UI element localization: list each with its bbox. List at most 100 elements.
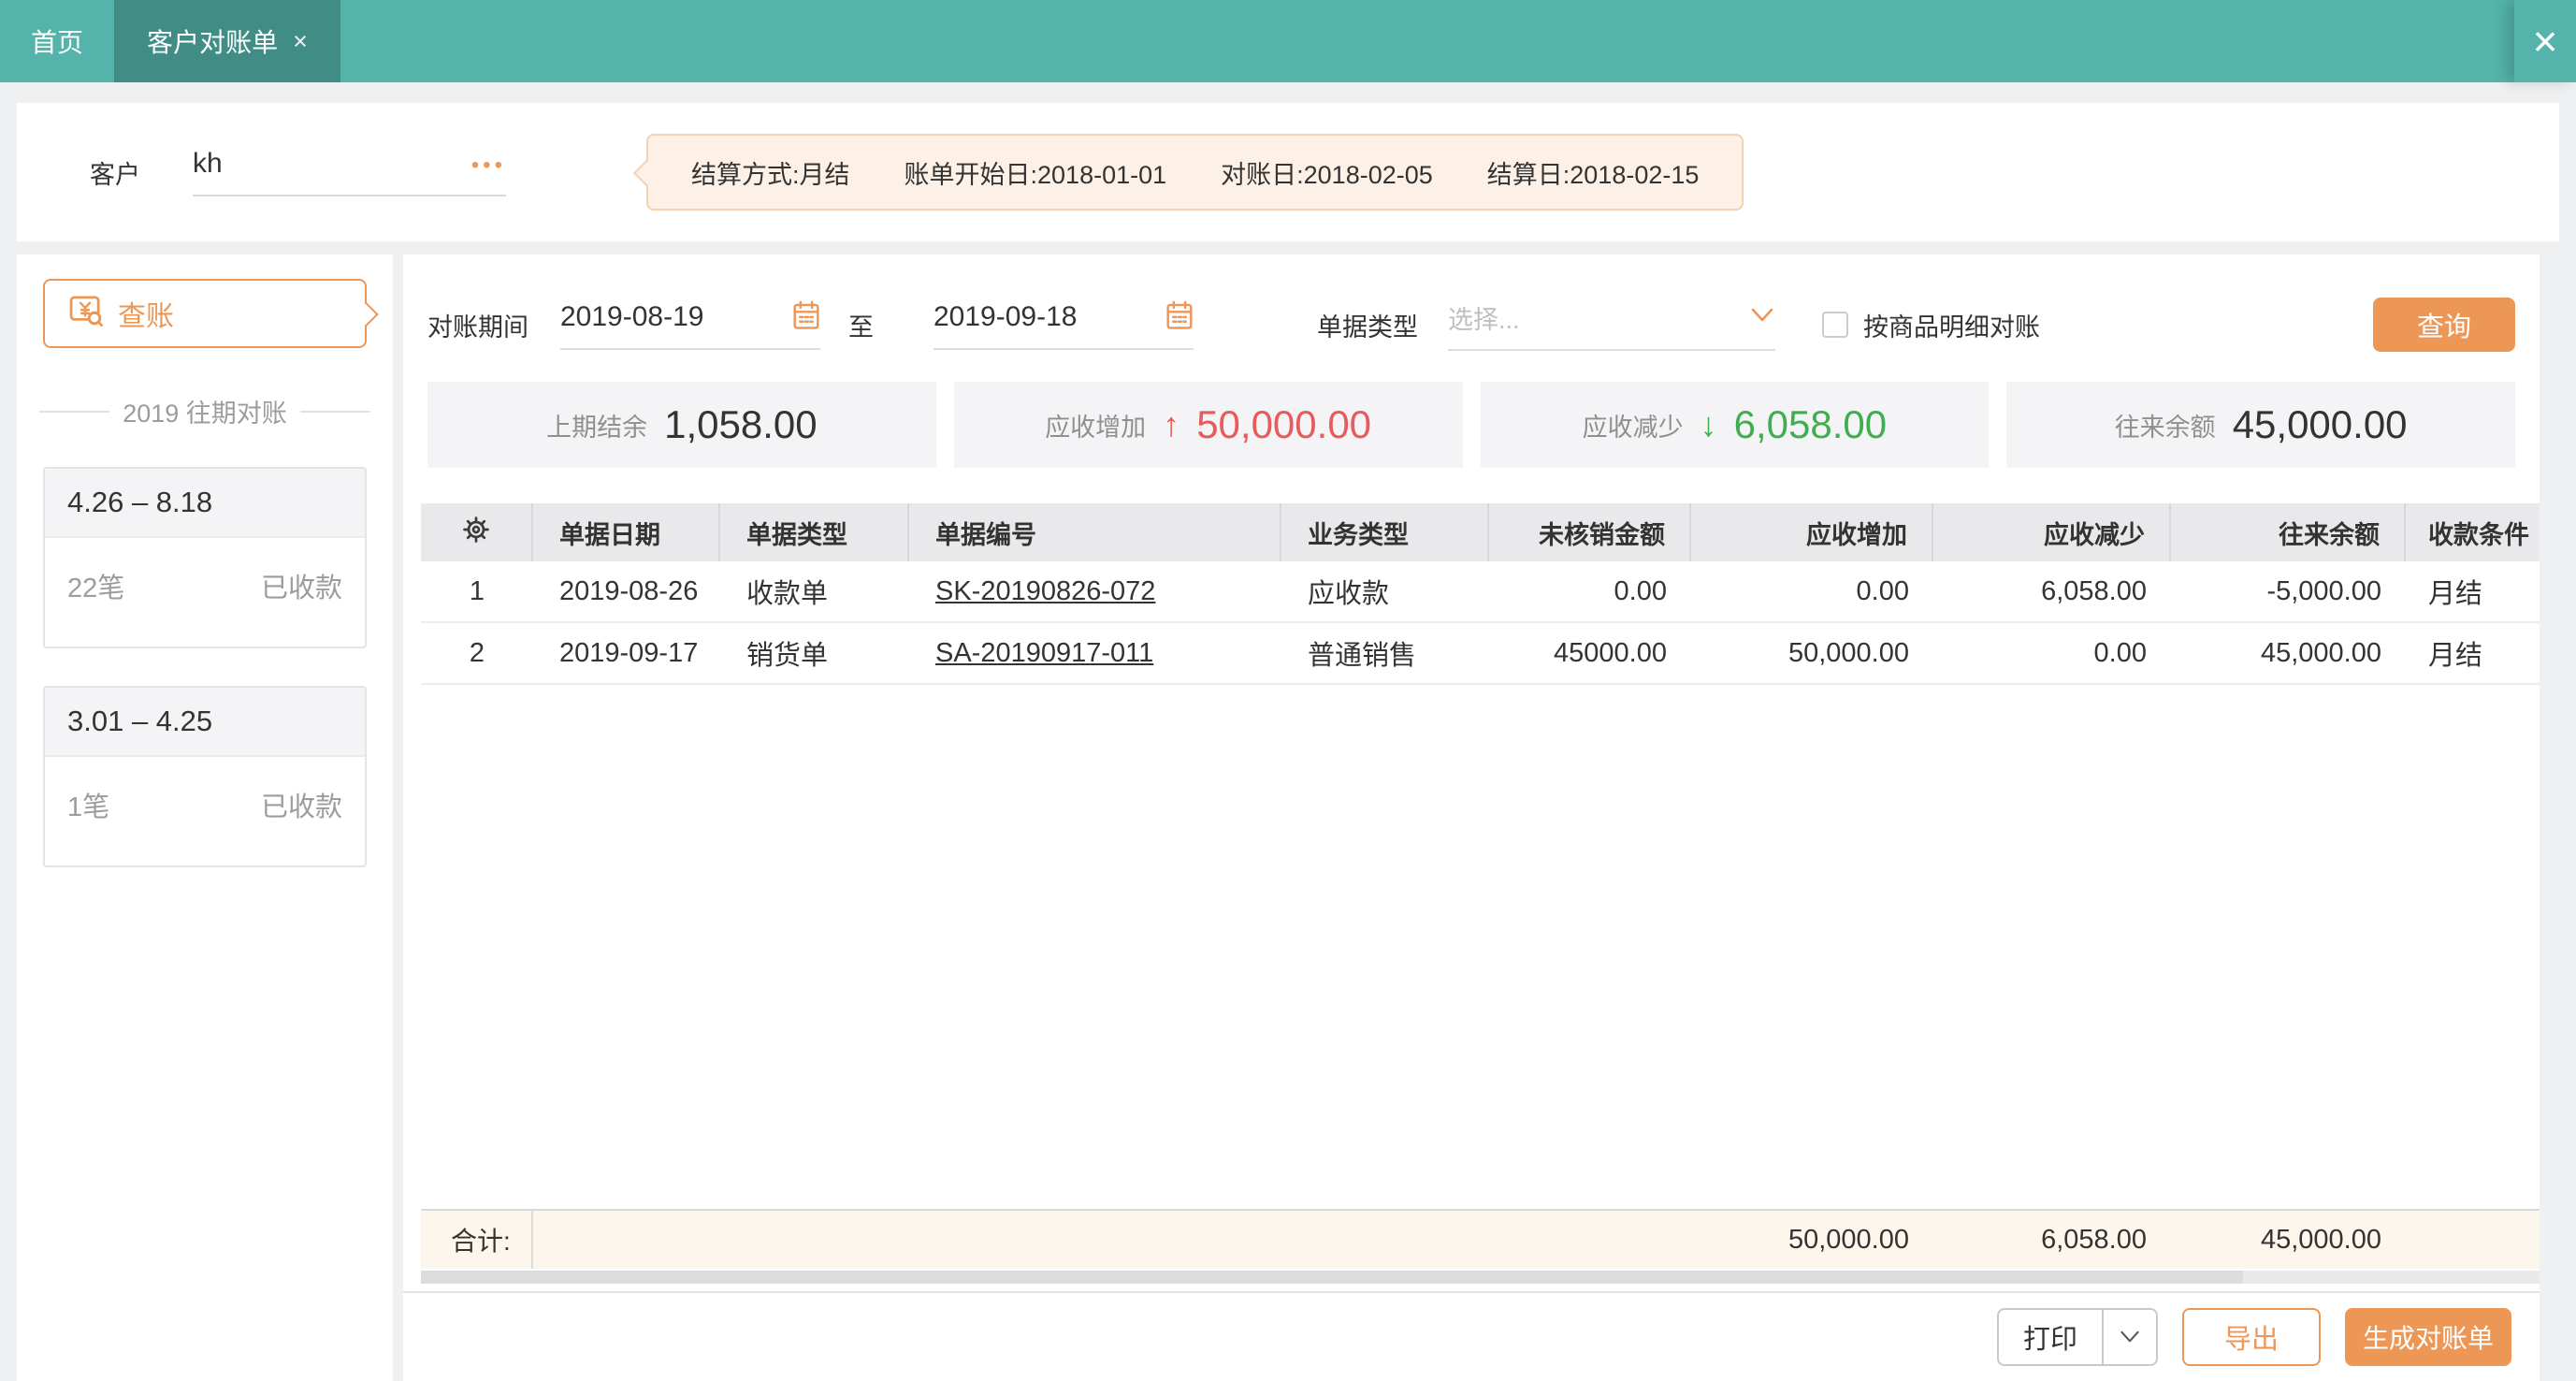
period-status: 已收款 [260,792,342,822]
summary-card-previous-balance: 上期结余 1,058.00 [427,382,936,468]
summary-cards: 上期结余 1,058.00 应收增加 ↑ 50,000.00 应收减少 ↓ 6,… [403,352,2540,468]
summary-value: 6,058.00 [1733,402,1888,446]
header-receivable-increase: 应收增加 [1691,503,1933,561]
top-tab-bar: 首页 客户对账单 × × [0,0,2576,82]
table-row[interactable]: 1 2019-08-26 收款单 SK-20190826-072 应收款 0.0… [421,561,2540,623]
tab-customer-statement[interactable]: 客户对账单 × [114,0,340,82]
period-card-body: 1笔 已收款 [45,757,365,865]
calendar-icon[interactable] [1165,300,1194,335]
total-receivable-decrease: 6,058.00 [2041,1224,2147,1255]
period-count: 22笔 [67,574,125,603]
calendar-icon[interactable] [792,300,820,335]
summary-card-receivable-decrease: 应收减少 ↓ 6,058.00 [1480,382,1990,468]
export-button[interactable]: 导出 [2182,1308,2321,1366]
header-receivable-decrease: 应收减少 [1933,503,2171,561]
date-to-value: 2019-09-18 [933,301,1078,332]
row-doc-date: 2019-09-17 [559,637,699,668]
row-unsettled-amount: 45000.00 [1554,637,1667,668]
divider-line [39,410,110,413]
doc-type-label: 单据类型 [1317,313,1418,342]
period-card[interactable]: 3.01 – 4.25 1笔 已收款 [43,686,367,867]
main-panel: 对账期间 2019-08-19 至 2019-09-18 单据类型 选择... … [403,254,2540,1381]
period-range: 4.26 – 8.18 [45,469,365,538]
customer-picker-dots-icon[interactable]: ••• [471,152,506,180]
period-filter-label: 对账期间 [427,313,528,342]
tab-home-label: 首页 [30,28,83,57]
row-receivable-increase: 50,000.00 [1787,637,1909,668]
doc-number-link[interactable]: SK-20190826-072 [935,576,1155,606]
arrow-up-icon: ↑ [1163,405,1180,443]
row-unsettled-amount: 0.00 [1614,575,1667,606]
app-window: 首页 客户对账单 × × 客户 kh ••• 结算方式:月结 账单开始日:201… [0,0,2576,1381]
header-balance: 往来余额 [2171,503,2406,561]
print-button-label[interactable]: 打印 [1999,1310,2102,1364]
window-close-button[interactable]: × [2514,0,2576,82]
period-status: 已收款 [260,574,342,603]
header-doc-number: 单据编号 [909,503,1281,561]
tab-close-icon[interactable]: × [293,27,308,56]
row-index: 2 [469,637,485,668]
row-doc-type: 销货单 [746,641,829,671]
row-biz-type: 普通销售 [1308,641,1417,671]
check-account-icon [69,293,103,334]
tab-home[interactable]: 首页 [0,0,114,82]
period-card[interactable]: 4.26 – 8.18 22笔 已收款 [43,467,367,648]
summary-value: 45,000.00 [2232,402,2408,446]
customer-input[interactable]: kh ••• [193,148,506,196]
sidebar: 查账 2019 往期对账 4.26 – 8.18 22笔 已收款 3.01 – … [17,254,393,1381]
doc-type-placeholder: 选择... [1448,305,1520,334]
column-settings-cell [421,503,533,561]
row-receivable-decrease: 6,058.00 [2041,575,2147,606]
header-biz-type: 业务类型 [1281,503,1489,561]
statement-table: 单据日期 单据类型 单据编号 业务类型 未核销金额 应收增加 应收减少 往来余额… [421,503,2540,1209]
summary-label: 往来余额 [2114,413,2216,442]
query-button[interactable]: 查询 [2373,298,2515,352]
detail-checkbox[interactable] [1822,312,1848,338]
past-periods-section-header: 2019 往期对账 [39,393,371,429]
total-receivable-increase: 50,000.00 [1787,1224,1909,1255]
detail-checkbox-wrap[interactable]: 按商品明细对账 [1822,307,2040,343]
check-account-label: 查账 [118,301,174,332]
header-unsettled-amount: 未核销金额 [1489,503,1691,561]
total-balance: 45,000.00 [2260,1224,2381,1255]
chevron-down-icon [1749,307,1775,328]
row-balance: -5,000.00 [2266,575,2381,606]
divider-line [299,410,371,413]
gear-icon[interactable] [460,514,492,552]
summary-card-current-balance: 往来余额 45,000.00 [2006,382,2515,468]
date-from-value: 2019-08-19 [560,301,704,332]
detail-checkbox-label: 按商品明细对账 [1863,313,2040,342]
doc-type-select[interactable]: 选择... [1448,299,1775,351]
close-icon: × [2532,17,2558,65]
filter-row: 对账期间 2019-08-19 至 2019-09-18 单据类型 选择... … [403,254,2540,352]
horizontal-scrollbar[interactable] [421,1271,2540,1284]
scrollbar-thumb[interactable] [421,1271,2243,1284]
row-payment-terms: 月结 [2428,641,2483,671]
total-label: 合计: [421,1211,533,1269]
generate-statement-button[interactable]: 生成对账单 [2345,1308,2511,1366]
customer-label: 客户 [90,160,140,189]
past-periods-title: 2019 往期对账 [123,400,287,428]
header-doc-type: 单据类型 [720,503,909,561]
bill-start-date: 账单开始日:2018-01-01 [904,160,1167,189]
date-to-input[interactable]: 2019-09-18 [933,300,1194,350]
doc-number-link[interactable]: SA-20190917-011 [935,638,1153,668]
date-from-input[interactable]: 2019-08-19 [560,300,820,350]
print-split-button[interactable]: 打印 [1996,1308,2158,1366]
table-header-row: 单据日期 单据类型 单据编号 业务类型 未核销金额 应收增加 应收减少 往来余额… [421,503,2540,561]
row-receivable-increase: 0.00 [1856,575,1909,606]
check-account-button[interactable]: 查账 [43,279,379,348]
settlement-method: 结算方式:月结 [691,160,850,189]
table-row[interactable]: 2 2019-09-17 销货单 SA-20190917-011 普通销售 45… [421,623,2540,685]
settlement-info-bubble: 结算方式:月结 账单开始日:2018-01-01 对账日:2018-02-05 … [632,134,1744,211]
summary-label: 上期结余 [546,413,648,442]
summary-value: 50,000.00 [1196,402,1372,446]
summary-value: 1,058.00 [664,402,818,446]
button-arrow-tail [355,302,379,327]
print-dropdown-button[interactable] [2104,1310,2156,1364]
period-count: 1笔 [67,792,110,822]
row-doc-type: 收款单 [746,579,829,609]
footer-action-bar: 打印 导出 生成对账单 [403,1291,2540,1381]
tab-customer-statement-label: 客户对账单 [147,28,279,57]
customer-value: kh [193,148,223,179]
